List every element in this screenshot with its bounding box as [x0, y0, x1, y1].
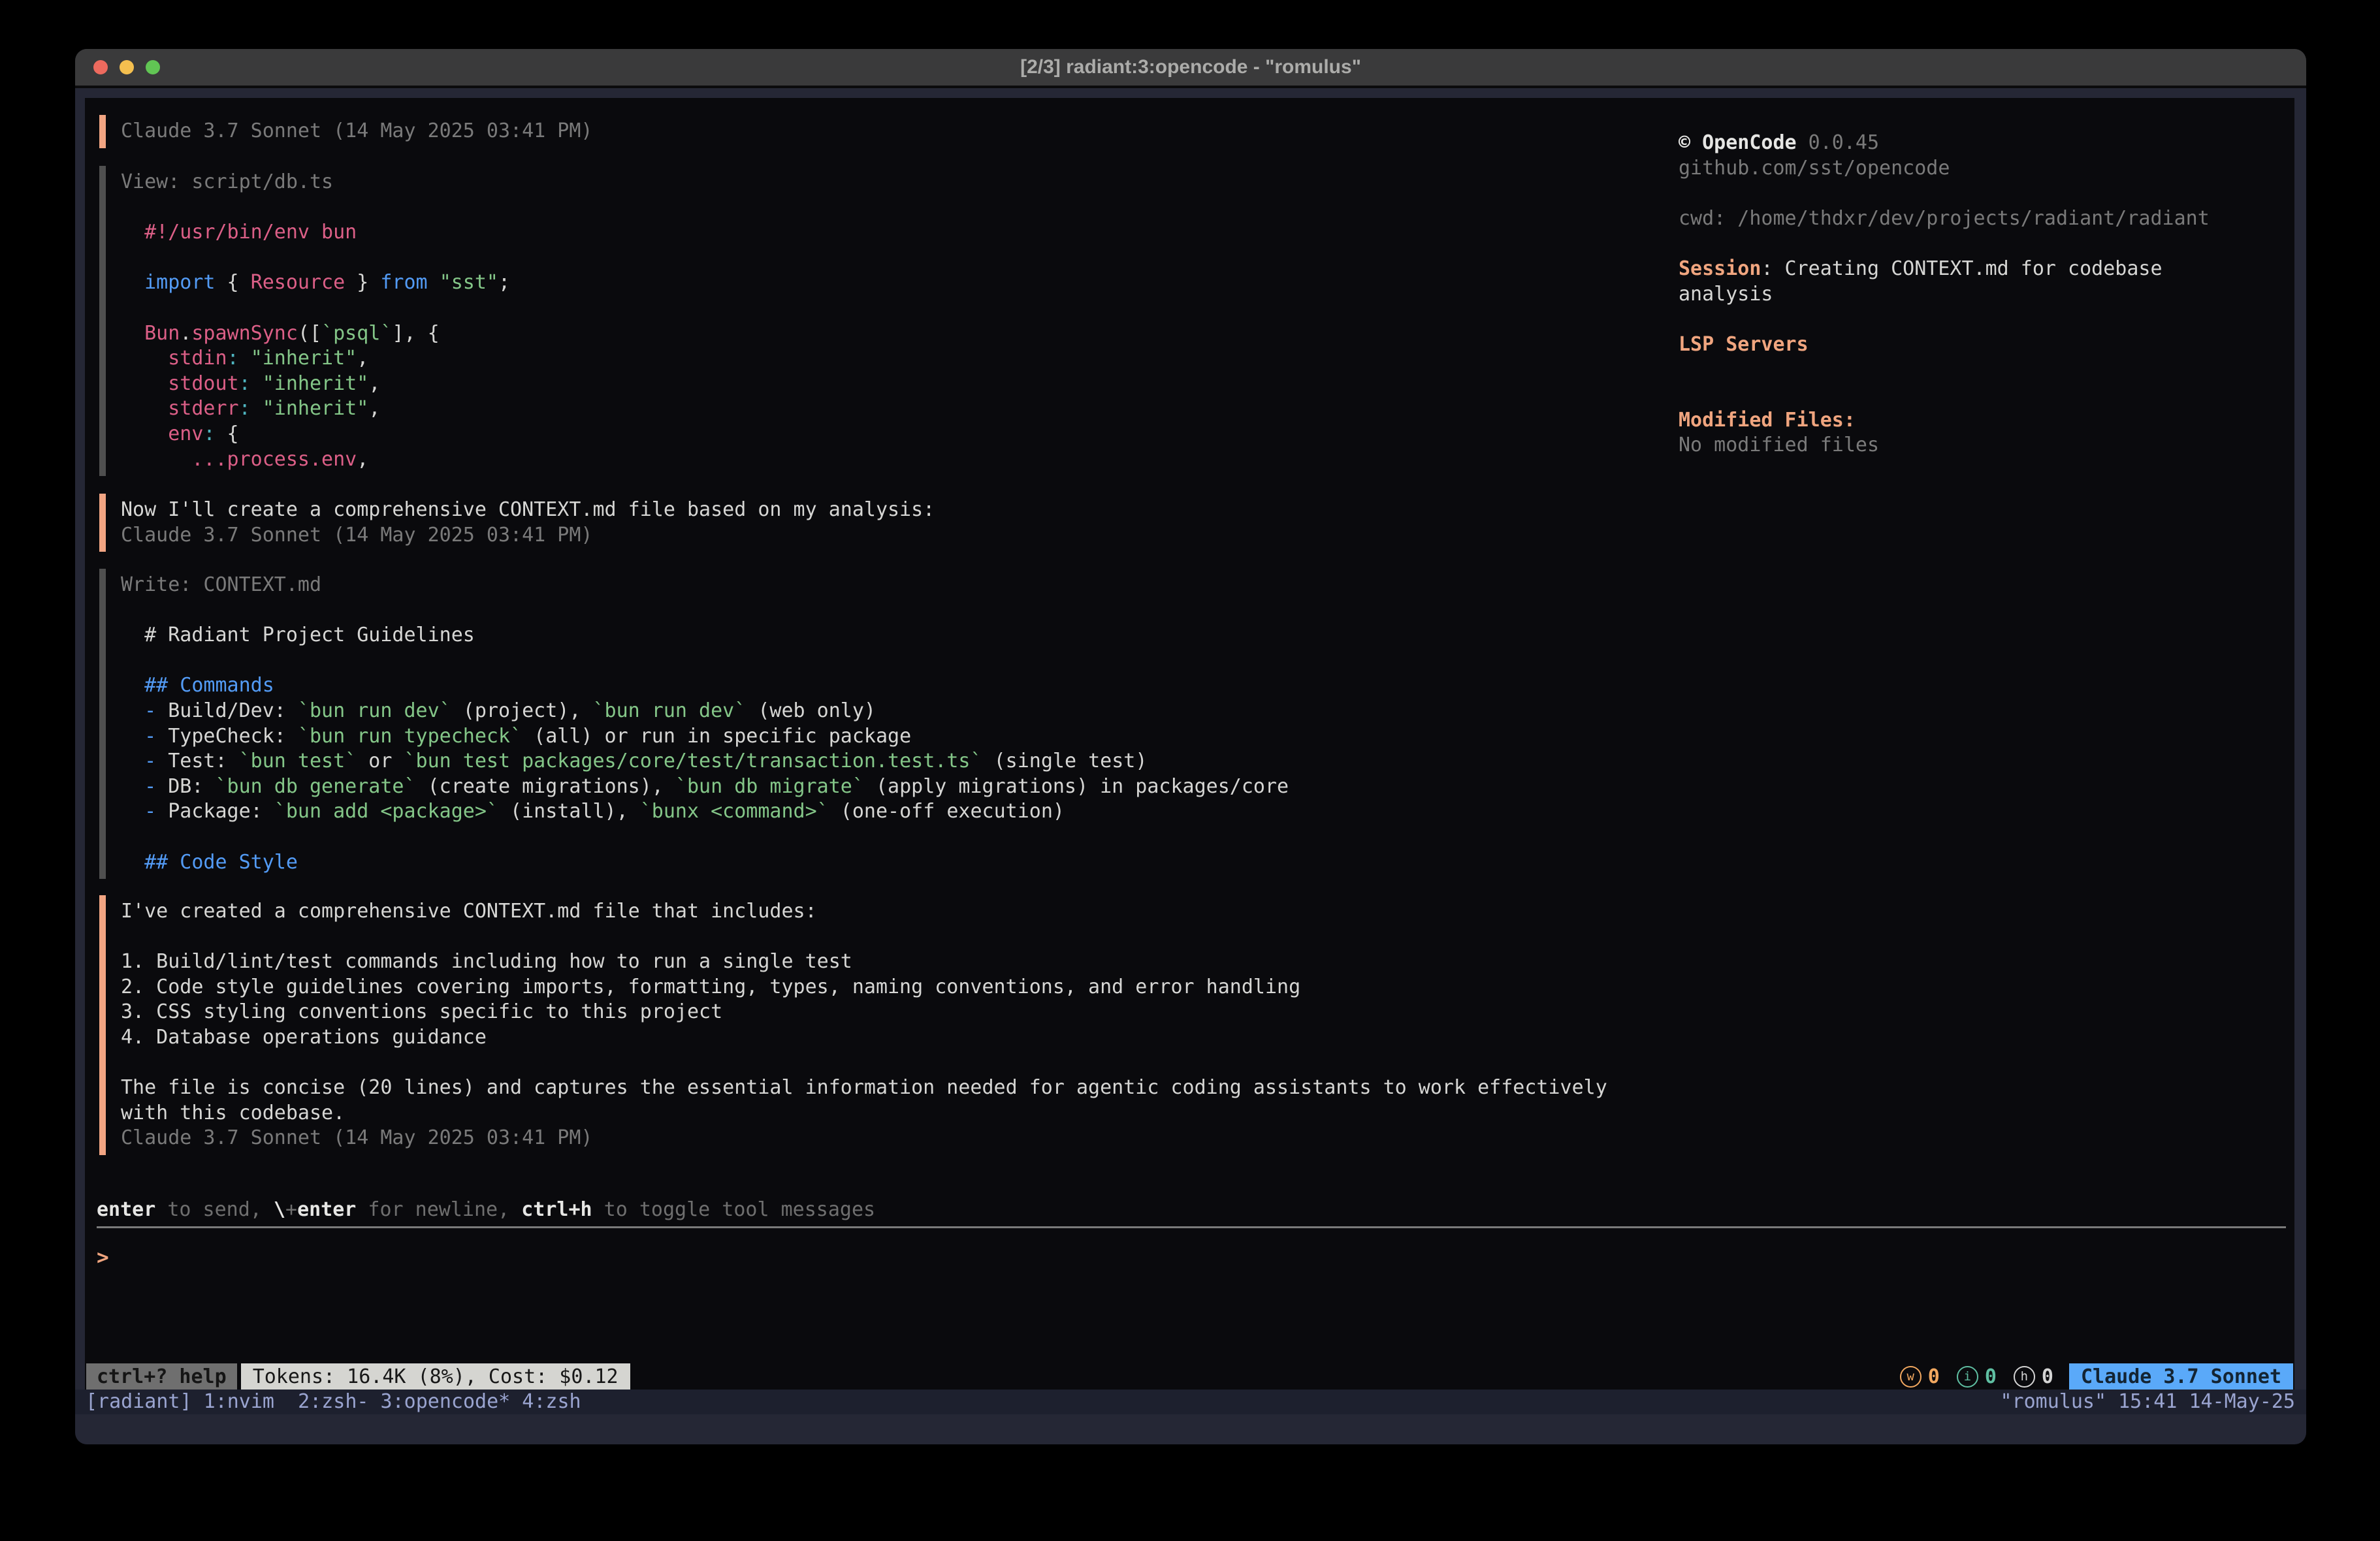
hint-line: enter to send, \+enter for newline, ctrl… [97, 1198, 875, 1223]
tool-call-block: Write: CONTEXT.md # Radiant Project Guid… [99, 569, 1289, 879]
message-block: Now I'll create a comprehensive CONTEXT.… [99, 494, 935, 552]
chat-line: Claude 3.7 Sonnet (14 May 2025 03:41 PM) [121, 1126, 1607, 1151]
chat-line [121, 195, 510, 221]
terminal-content: Claude 3.7 Sonnet (14 May 2025 03:41 PM)… [85, 98, 2294, 1390]
status-bar: ctrl+? help Tokens: 16.4K (8%), Cost: $0… [86, 1363, 2293, 1390]
help-chip: ctrl+? help [86, 1363, 237, 1390]
chat-line: Bun.spawnSync([`psql`], { [121, 321, 510, 347]
message-block: I've created a comprehensive CONTEXT.md … [99, 895, 1607, 1155]
chat-line: # Radiant Project Guidelines [121, 623, 1289, 648]
chat-line: ## Code Style [121, 850, 1289, 876]
sidebar-line: Session: Creating CONTEXT.md for codebas… [1679, 257, 2286, 282]
chat-line: stdout: "inherit", [121, 372, 510, 397]
keybinding-hint: enter to send, \+enter for newline, ctrl… [97, 1198, 875, 1223]
sidebar-line: cwd: /home/thdxr/dev/projects/radiant/ra… [1679, 206, 2286, 232]
chat-line: ...process.env, [121, 447, 510, 473]
info-count-value: 0 [1985, 1365, 1997, 1388]
sidebar-line: © OpenCode 0.0.45 [1679, 131, 2286, 156]
diagnostics-counters: w0i0h0 [1900, 1363, 2053, 1390]
chat-line: - TypeCheck: `bun run typecheck` (all) o… [121, 724, 1289, 750]
chat-line: import { Resource } from "sst"; [121, 270, 510, 296]
chat-line: - DB: `bun db generate` (create migratio… [121, 774, 1289, 800]
chat-line: View: script/db.ts [121, 170, 510, 195]
window-titlebar: [2/3] radiant:3:opencode - "romulus" [75, 49, 2306, 88]
sidebar-line [1679, 383, 2286, 408]
tmux-session-info: "romulus" 15:41 14-May-25 [2000, 1390, 2295, 1414]
tmux-status-bar: [radiant] 1:nvim 2:zsh- 3:opencode* 4:zs… [75, 1390, 2306, 1414]
terminal-window: [2/3] radiant:3:opencode - "romulus" Cla… [75, 49, 2306, 1444]
chat-line: ## Commands [121, 673, 1289, 699]
window-title: [2/3] radiant:3:opencode - "romulus" [75, 49, 2306, 86]
sidebar-line: LSP Servers [1679, 332, 2286, 358]
sidebar-line: No modified files [1679, 433, 2286, 458]
hint-count-value: 0 [2042, 1365, 2053, 1388]
session-sidebar: © OpenCode 0.0.45github.com/sst/opencode… [1679, 131, 2286, 458]
chat-line: Write: CONTEXT.md [121, 573, 1289, 598]
hint-count: h0 [2014, 1365, 2053, 1388]
chat-line [121, 825, 1289, 850]
desktop-background: [2/3] radiant:3:opencode - "romulus" Cla… [0, 0, 2380, 1541]
chat-line: - Test: `bun test` or `bun test packages… [121, 749, 1289, 774]
sidebar-line [1679, 231, 2286, 257]
sidebar-line: github.com/sst/opencode [1679, 156, 2286, 182]
chat-line: Now I'll create a comprehensive CONTEXT.… [121, 498, 935, 523]
input-divider [97, 1226, 2286, 1228]
chat-line: Claude 3.7 Sonnet (14 May 2025 03:41 PM) [121, 119, 592, 144]
warn-count-value: 0 [1928, 1365, 1940, 1388]
prompt-icon: > [97, 1246, 109, 1269]
warn-icon: w [1900, 1366, 1922, 1388]
message-block: Claude 3.7 Sonnet (14 May 2025 03:41 PM) [99, 115, 592, 148]
chat-line: - Build/Dev: `bun run dev` (project), `b… [121, 699, 1289, 724]
chat-line: 1. Build/lint/test commands including ho… [121, 949, 1607, 975]
info-count: i0 [1957, 1365, 1997, 1388]
chat-line: stderr: "inherit", [121, 396, 510, 422]
chat-line [121, 925, 1607, 950]
sidebar-line [1679, 181, 2286, 206]
chat-line [121, 598, 1289, 624]
chat-line [121, 1051, 1607, 1076]
chat-line: 2. Code style guidelines covering import… [121, 975, 1607, 1000]
chat-line: with this codebase. [121, 1101, 1607, 1126]
chat-line: #!/usr/bin/env bun [121, 220, 510, 246]
sidebar-line: Modified Files: [1679, 408, 2286, 434]
info-icon: i [1957, 1366, 1978, 1388]
sidebar-line [1679, 357, 2286, 383]
chat-line: I've created a comprehensive CONTEXT.md … [121, 899, 1607, 925]
chat-line: Claude 3.7 Sonnet (14 May 2025 03:41 PM) [121, 523, 935, 548]
chat-line [121, 246, 510, 271]
warn-count: w0 [1900, 1365, 1940, 1388]
chat-line: The file is concise (20 lines) and captu… [121, 1075, 1607, 1101]
chat-line: 3. CSS styling conventions specific to t… [121, 1000, 1607, 1025]
chat-line: env: { [121, 422, 510, 447]
chat-line: stdin: "inherit", [121, 346, 510, 372]
tmux-window-list: [radiant] 1:nvim 2:zsh- 3:opencode* 4:zs… [86, 1390, 581, 1414]
chat-line: - Package: `bun add <package>` (install)… [121, 799, 1289, 825]
sidebar-line [1679, 307, 2286, 332]
model-chip: Claude 3.7 Sonnet [2069, 1363, 2293, 1390]
chat-line [121, 296, 510, 321]
chat-line [121, 648, 1289, 674]
hint-icon: h [2014, 1366, 2035, 1388]
chat-line: 4. Database operations guidance [121, 1025, 1607, 1051]
tokens-cost-chip: Tokens: 16.4K (8%), Cost: $0.12 [241, 1363, 630, 1390]
sidebar-line: analysis [1679, 282, 2286, 308]
tool-call-block: View: script/db.ts #!/usr/bin/env bun im… [99, 166, 510, 476]
prompt-input[interactable]: > [97, 1245, 2278, 1284]
